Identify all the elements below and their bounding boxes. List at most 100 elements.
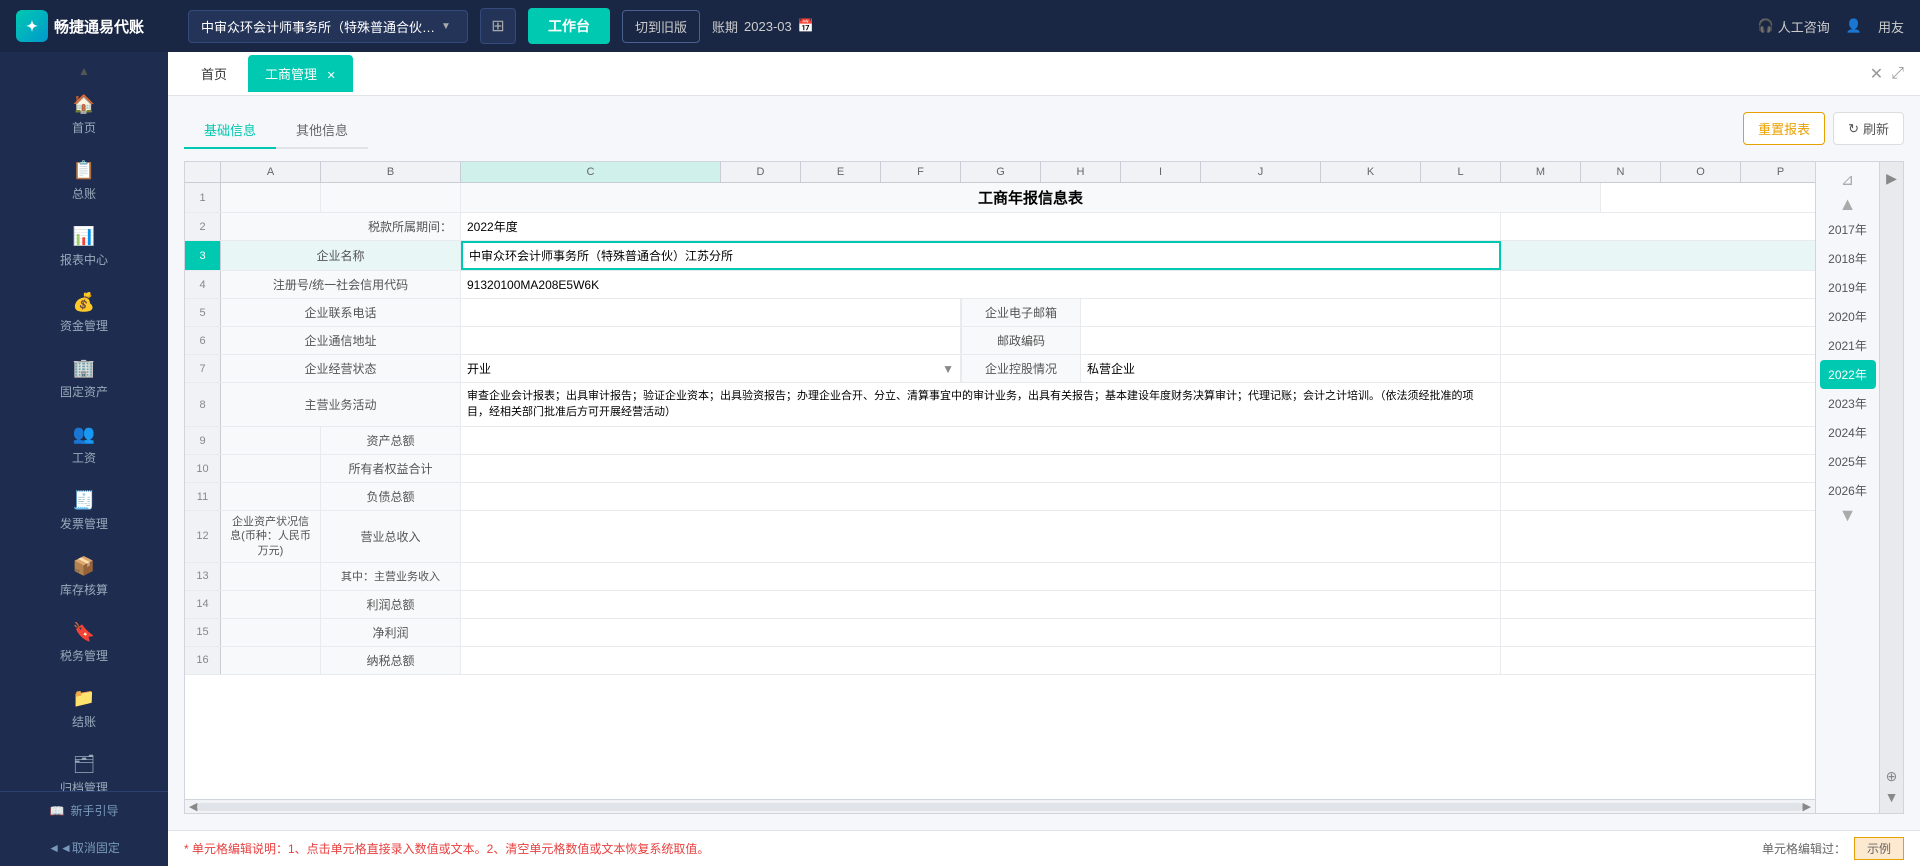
new-guide-item[interactable]: 📖 新手引导 xyxy=(0,792,168,829)
tab-home[interactable]: 首页 xyxy=(184,55,244,92)
scroll-up-arrow[interactable]: ▲ xyxy=(78,64,90,78)
sidebar-item-payroll[interactable]: 👥 工资 xyxy=(0,412,168,478)
cell-12-label[interactable]: 营业总收入 xyxy=(321,511,461,562)
cell-3-value[interactable]: 中审众环会计师事务所（特殊普通合伙）江苏分所 xyxy=(461,241,1501,270)
content-area: 首页 工商管理 ✕ ✕ ⤢ 基础信息 其他信息 xyxy=(168,52,1920,866)
window-close-icon[interactable]: ✕ xyxy=(1870,64,1883,84)
cell-14-empty[interactable] xyxy=(221,591,321,618)
cell-5-phone[interactable] xyxy=(461,299,961,326)
cell-7-control-value[interactable]: 私营企业 xyxy=(1081,355,1501,382)
copy-icon-btn[interactable]: ⊞ xyxy=(480,8,516,44)
cell-12-group-label[interactable]: 企业资产状况信息(币种：人民币万元) xyxy=(221,511,321,562)
cell-11-label[interactable]: 负债总额 xyxy=(321,483,461,510)
cell-9-label[interactable]: 资产总额 xyxy=(321,427,461,454)
year-btn-2024[interactable]: 2024年 xyxy=(1820,418,1876,447)
cell-16-value[interactable] xyxy=(461,647,1501,674)
year-btn-2017[interactable]: 2017年 xyxy=(1820,215,1876,244)
year-btn-2022[interactable]: 2022年 xyxy=(1820,360,1876,389)
year-btn-2026[interactable]: 2026年 xyxy=(1820,476,1876,505)
sidebar-item-assets[interactable]: 🏢 固定资产 xyxy=(0,346,168,412)
sidebar-item-ledger[interactable]: 📋 总账 xyxy=(0,148,168,214)
sub-tab-basic[interactable]: 基础信息 xyxy=(184,112,276,149)
sidebar-item-invoice[interactable]: 🧾 发票管理 xyxy=(0,478,168,544)
horizontal-scrollbar[interactable]: ◀ ▶ xyxy=(185,799,1815,813)
calendar-icon[interactable]: 📅 xyxy=(798,18,814,34)
sidebar-item-tax[interactable]: 🔖 税务管理 xyxy=(0,610,168,676)
year-btn-2025[interactable]: 2025年 xyxy=(1820,447,1876,476)
year-up-chevron[interactable]: ▲ xyxy=(1839,194,1857,215)
cell-4-label[interactable]: 注册号/统一社会信用代码 xyxy=(221,271,461,298)
tab-business[interactable]: 工商管理 ✕ xyxy=(248,55,353,92)
cell-14-label[interactable]: 利润总额 xyxy=(321,591,461,618)
sidebar-scroll-up[interactable]: ▲ xyxy=(0,60,168,82)
cell-7-status[interactable]: 开业 ▼ xyxy=(461,355,961,382)
sidebar-item-funds[interactable]: 💰 资金管理 xyxy=(0,280,168,346)
company-selector[interactable]: 中审众环会计师事务所（特殊普通合伙… ▼ xyxy=(188,10,468,43)
year-btn-2019[interactable]: 2019年 xyxy=(1820,273,1876,302)
year-btn-2018[interactable]: 2018年 xyxy=(1820,244,1876,273)
cell-7-label[interactable]: 企业经营状态 xyxy=(221,355,461,382)
sidebar-item-close[interactable]: 📁 结账 xyxy=(0,676,168,742)
window-expand-icon[interactable]: ⤢ xyxy=(1891,65,1904,83)
workbench-button[interactable]: 工作台 xyxy=(528,8,610,44)
cell-9-empty[interactable] xyxy=(221,427,321,454)
collapse-right-icon[interactable]: ▶ xyxy=(1886,170,1897,187)
cell-9-value[interactable] xyxy=(461,427,1501,454)
cell-4-value[interactable]: 91320100MA208E5W6K xyxy=(461,271,1501,298)
sidebar-item-home[interactable]: 🏠 首页 xyxy=(0,82,168,148)
year-btn-2020[interactable]: 2020年 xyxy=(1820,302,1876,331)
cell-14-value[interactable] xyxy=(461,591,1501,618)
cell-6-zip-label[interactable]: 邮政编码 xyxy=(961,327,1081,354)
expand-down-icon[interactable]: ▼ xyxy=(1885,789,1899,805)
cell-11-value[interactable] xyxy=(461,483,1501,510)
row-num-16: 16 xyxy=(185,647,221,674)
year-down-chevron[interactable]: ▼ xyxy=(1839,505,1857,526)
sidebar-item-inventory[interactable]: 📦 库存核算 xyxy=(0,544,168,610)
cell-2-value[interactable]: 2022年度 xyxy=(461,213,1501,240)
cell-6-zip[interactable] xyxy=(1081,327,1501,354)
cell-13-value[interactable] xyxy=(461,563,1501,590)
cell-10-empty[interactable] xyxy=(221,455,321,482)
cell-2-label[interactable]: 税款所属期间： xyxy=(221,213,461,240)
cell-8-label[interactable]: 主营业务活动 xyxy=(221,383,461,426)
expand-right-icon[interactable]: ⊕ xyxy=(1886,768,1898,785)
cell-10-value[interactable] xyxy=(461,455,1501,482)
cell-16-label[interactable]: 纳税总额 xyxy=(321,647,461,674)
cell-15-empty[interactable] xyxy=(221,619,321,646)
scroll-right-icon[interactable]: ▶ xyxy=(1803,800,1811,813)
cell-16-empty[interactable] xyxy=(221,647,321,674)
h-scroll-track[interactable] xyxy=(197,803,1802,811)
cell-1-title[interactable]: 工商年报信息表 xyxy=(461,183,1601,212)
reset-report-button[interactable]: 重置报表 xyxy=(1743,112,1825,145)
cell-1-B[interactable] xyxy=(321,183,461,212)
cell-15-label[interactable]: 净利润 xyxy=(321,619,461,646)
cell-1-A[interactable] xyxy=(221,183,321,212)
cell-15-value[interactable] xyxy=(461,619,1501,646)
cell-13-label[interactable]: 其中：主营业务收入 xyxy=(321,563,461,590)
cancel-fixed-item[interactable]: ◄◄取消固定 xyxy=(0,829,168,866)
cell-5-email-label[interactable]: 企业电子邮箱 xyxy=(961,299,1081,326)
scroll-left-icon[interactable]: ◀ xyxy=(189,800,197,813)
year-btn-2023[interactable]: 2023年 xyxy=(1820,389,1876,418)
year-btn-2021[interactable]: 2021年 xyxy=(1820,331,1876,360)
cell-5-label[interactable]: 企业联系电话 xyxy=(221,299,461,326)
cell-7-control-label[interactable]: 企业控股情况 xyxy=(961,355,1081,382)
cell-6-label[interactable]: 企业通信地址 xyxy=(221,327,461,354)
tab-close-icon[interactable]: ✕ xyxy=(327,70,336,82)
cell-8-value[interactable]: 审查企业会计报表；出具审计报告；验证企业资本；出具验资报告；办理企业合开、分立、… xyxy=(461,383,1501,426)
service-button[interactable]: 🎧 人工咨询 xyxy=(1758,17,1830,36)
cell-3-label[interactable]: 企业名称 xyxy=(221,241,461,270)
cell-6-address[interactable] xyxy=(461,327,961,354)
cell-11-empty[interactable] xyxy=(221,483,321,510)
cell-10-label[interactable]: 所有者权益合计 xyxy=(321,455,461,482)
cell-12-value[interactable] xyxy=(461,511,1501,562)
refresh-button[interactable]: ↻ 刷新 xyxy=(1833,112,1904,145)
sub-tab-other[interactable]: 其他信息 xyxy=(276,112,368,149)
col-header-D: D xyxy=(721,162,801,182)
cell-5-email[interactable] xyxy=(1081,299,1501,326)
sidebar-item-archive[interactable]: 🗂 归档管理 xyxy=(0,742,168,791)
cell-13-empty[interactable] xyxy=(221,563,321,590)
sidebar-item-report[interactable]: 📊 报表中心 xyxy=(0,214,168,280)
old-version-button[interactable]: 切到旧版 xyxy=(622,10,700,43)
year-up-arrow[interactable]: ⊿ xyxy=(1837,166,1858,194)
